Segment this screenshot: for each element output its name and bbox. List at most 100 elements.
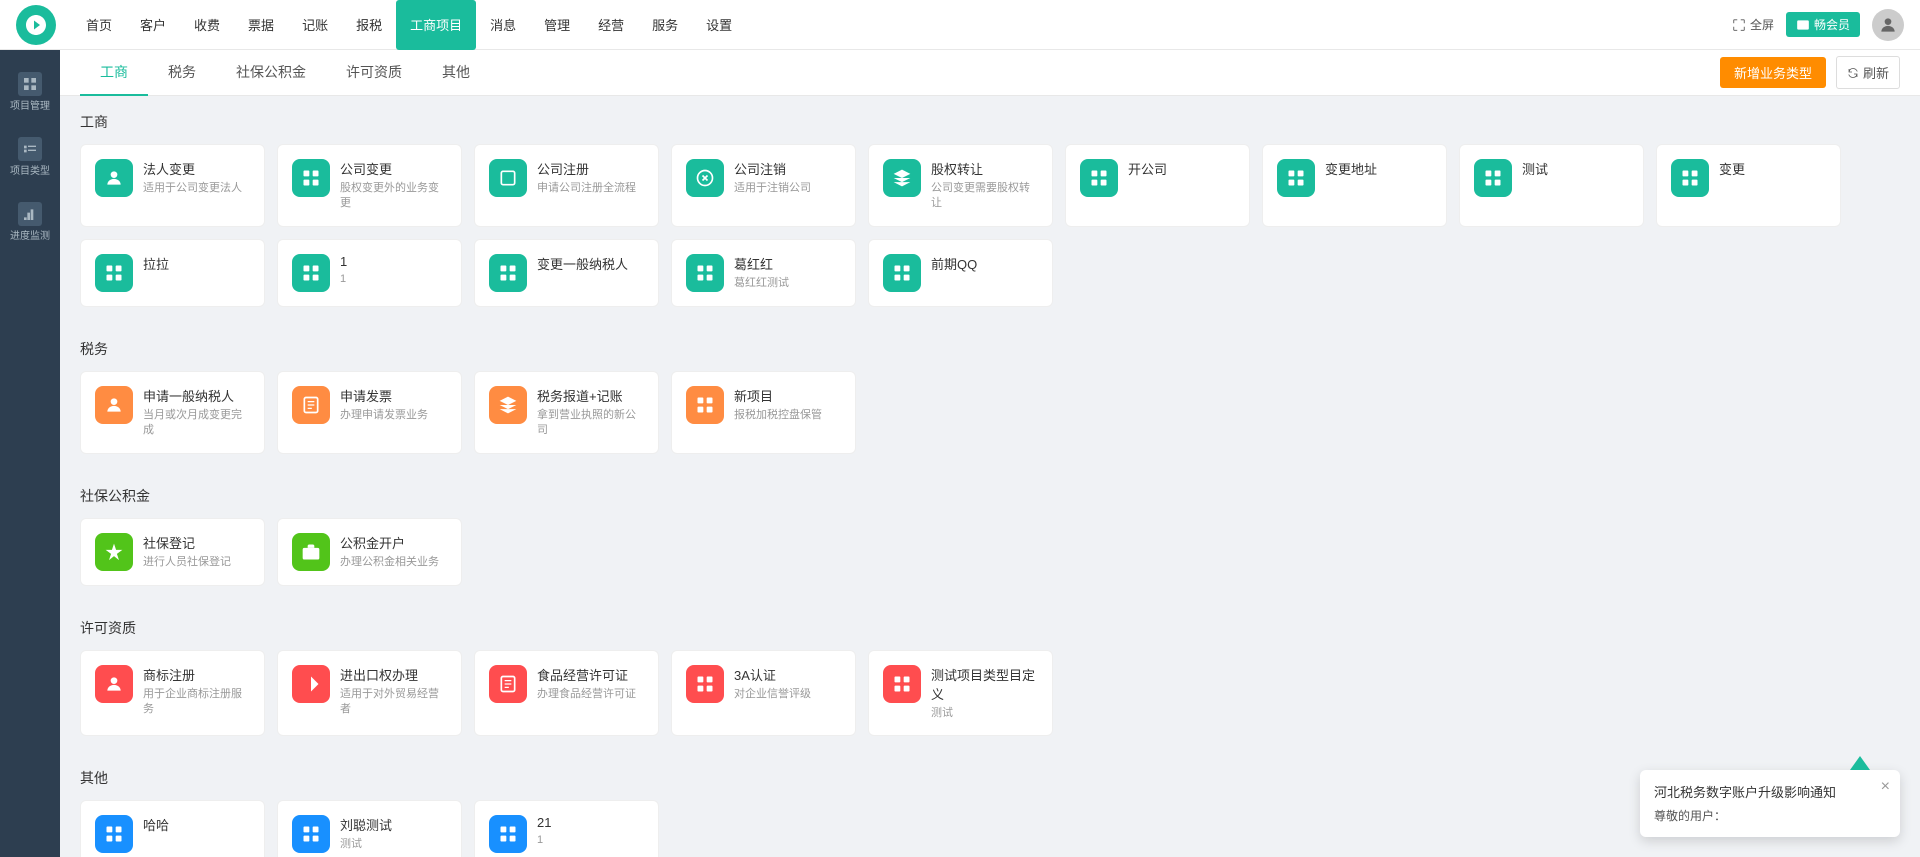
btn-new-business-type[interactable]: 新增业务类型 (1720, 57, 1826, 88)
cards-grid-shebao: 社保登记 进行人员社保登记 公积金开户 办理公积金相关业务 (80, 518, 1900, 586)
card-21[interactable]: 21 1 (474, 800, 659, 857)
card-gszhu[interactable]: 公司注册 申请公司注册全流程 (474, 144, 659, 227)
sidebar-label-project-manage: 项目管理 (10, 101, 50, 113)
sub-tab-shebao[interactable]: 社保公积金 (216, 50, 326, 96)
btn-refresh[interactable]: 刷新 (1836, 56, 1900, 89)
card-cslx[interactable]: 测试项目类型目定义 测试 (868, 650, 1053, 736)
card-title-sbzc: 商标注册 (143, 665, 250, 684)
card-icon-faziren (95, 159, 133, 197)
card-faziren[interactable]: 法人变更 适用于公司变更法人 (80, 144, 265, 227)
card-title-swbd: 税务报道+记账 (537, 386, 644, 405)
nav-item-tax[interactable]: 报税 (342, 0, 396, 50)
nav-item-fee[interactable]: 收费 (180, 0, 234, 50)
card-icon-ceshi (1474, 159, 1512, 197)
card-sbzc[interactable]: 商标注册 用于企业商标注册服务 (80, 650, 265, 736)
card-desc-spjy: 办理食品经营许可证 (537, 687, 644, 702)
card-icon-3a (686, 665, 724, 703)
sub-tab-bar: 工商 税务 社保公积金 许可资质 其他 新增业务类型 刷新 (60, 50, 1920, 96)
section-shebao: 社保公积金 社保登记 进行人员社保登记 (60, 470, 1920, 586)
card-sqfp[interactable]: 申请发票 办理申请发票业务 (277, 371, 462, 454)
card-title-21: 21 (537, 815, 644, 830)
card-title-3a: 3A认证 (734, 665, 841, 684)
card-biangeng[interactable]: 变更 (1656, 144, 1841, 227)
nav-item-industrial[interactable]: 工商项目 (396, 0, 476, 50)
sub-tab-industrial[interactable]: 工商 (80, 50, 148, 96)
card-bgnsr[interactable]: 变更一般纳税人 (474, 239, 659, 307)
nav-item-home[interactable]: 首页 (72, 0, 126, 50)
avatar-icon (1878, 15, 1898, 35)
card-title-guquan: 股权转让 (931, 159, 1038, 178)
vip-btn[interactable]: 畅会员 (1786, 12, 1860, 37)
logo[interactable] (16, 5, 56, 45)
card-desc-lccs: 测试 (340, 837, 447, 852)
nav-item-message[interactable]: 消息 (476, 0, 530, 50)
card-gszhu2[interactable]: 公司注销 适用于注销公司 (671, 144, 856, 227)
card-qqqq[interactable]: 前期QQ (868, 239, 1053, 307)
card-desc-gszhu: 申请公司注册全流程 (537, 181, 644, 196)
card-jcko[interactable]: 进出口权办理 适用于对外贸易经营者 (277, 650, 462, 736)
card-title-sqynsr: 申请一般纳税人 (143, 386, 250, 405)
card-icon-lala (95, 254, 133, 292)
sidebar-item-project-type[interactable]: 项目类型 (0, 125, 60, 190)
card-guquan[interactable]: 股权转让 公司变更需要股权转让 (868, 144, 1053, 227)
card-desc-21: 1 (537, 833, 644, 848)
card-title-ceshi: 测试 (1522, 159, 1629, 178)
card-desc-guquan: 公司变更需要股权转让 (931, 181, 1038, 212)
notification-close-btn[interactable]: × (1881, 778, 1890, 796)
card-title-cslx: 测试项目类型目定义 (931, 665, 1038, 703)
card-sbdj[interactable]: 社保登记 进行人员社保登记 (80, 518, 265, 586)
card-gehh[interactable]: 葛红红 葛红红测试 (671, 239, 856, 307)
section-title-qita: 其他 (80, 768, 1900, 788)
card-icon-lccs (292, 815, 330, 853)
sidebar-item-progress[interactable]: 进度监测 (0, 190, 60, 255)
card-one[interactable]: 1 1 (277, 239, 462, 307)
nav-item-operation[interactable]: 经营 (584, 0, 638, 50)
card-gsbiangeng[interactable]: 公司变更 股权变更外的业务变更 (277, 144, 462, 227)
card-kaigs[interactable]: 开公司 (1065, 144, 1250, 227)
card-title-gjjkh: 公积金开户 (340, 533, 447, 552)
project-type-icon (18, 137, 42, 161)
card-swbd[interactable]: 税务报道+记账 拿到营业执照的新公司 (474, 371, 659, 454)
card-ceshi[interactable]: 测试 (1459, 144, 1644, 227)
card-icon-spjy (489, 665, 527, 703)
card-title-lccs: 刘聪测试 (340, 815, 447, 834)
card-lccs[interactable]: 刘聪测试 测试 (277, 800, 462, 857)
card-icon-kaigs (1080, 159, 1118, 197)
nav-item-manage[interactable]: 管理 (530, 0, 584, 50)
card-bgdizhi[interactable]: 变更地址 (1262, 144, 1447, 227)
nav-item-service[interactable]: 服务 (638, 0, 692, 50)
nav-item-customer[interactable]: 客户 (126, 0, 180, 50)
sub-tab-tax[interactable]: 税务 (148, 50, 216, 96)
sidebar-label-project-type: 项目类型 (10, 166, 50, 178)
user-avatar[interactable] (1872, 9, 1904, 41)
nav-item-ticket[interactable]: 票据 (234, 0, 288, 50)
card-icon-bgdizhi (1277, 159, 1315, 197)
nav-item-accounting[interactable]: 记账 (288, 0, 342, 50)
card-desc-sbzc: 用于企业商标注册服务 (143, 687, 250, 718)
card-title-bgdizhi: 变更地址 (1325, 159, 1432, 178)
card-icon-qqqq (883, 254, 921, 292)
card-title-one: 1 (340, 254, 447, 269)
card-3a[interactable]: 3A认证 对企业信誉评级 (671, 650, 856, 736)
card-haha[interactable]: 哈哈 (80, 800, 265, 857)
fullscreen-toggle[interactable]: 全屏 (1732, 16, 1774, 33)
card-spjy[interactable]: 食品经营许可证 办理食品经营许可证 (474, 650, 659, 736)
sub-tab-other[interactable]: 其他 (422, 50, 490, 96)
fullscreen-label: 全屏 (1750, 16, 1774, 33)
card-title-bgnsr: 变更一般纳税人 (537, 254, 644, 273)
card-icon-xmxin (686, 386, 724, 424)
vip-label: 畅会员 (1814, 16, 1850, 33)
card-icon-swbd (489, 386, 527, 424)
cards-grid-xuke: 商标注册 用于企业商标注册服务 进出口权办理 适用于对外贸易经营者 (80, 650, 1900, 736)
sub-tab-xuke[interactable]: 许可资质 (326, 50, 422, 96)
card-sqynsr[interactable]: 申请一般纳税人 当月或次月成变更完成 (80, 371, 265, 454)
left-sidebar: 项目管理 项目类型 进度监测 (0, 50, 60, 857)
card-xmxin[interactable]: 新项目 报税加税控盘保管 (671, 371, 856, 454)
sidebar-item-project-manage[interactable]: 项目管理 (0, 60, 60, 125)
page-content: 工商 法人变更 适用于公司变更法人 (60, 96, 1920, 857)
cards-grid-shuiwu: 申请一般纳税人 当月或次月成变更完成 申请发票 办理申请发票业务 (80, 371, 1900, 454)
nav-item-settings[interactable]: 设置 (692, 0, 746, 50)
notification-popup: × 河北税务数字账户升级影响通知 尊敬的用户： (1640, 770, 1900, 837)
card-gjjkh[interactable]: 公积金开户 办理公积金相关业务 (277, 518, 462, 586)
card-lala[interactable]: 拉拉 (80, 239, 265, 307)
